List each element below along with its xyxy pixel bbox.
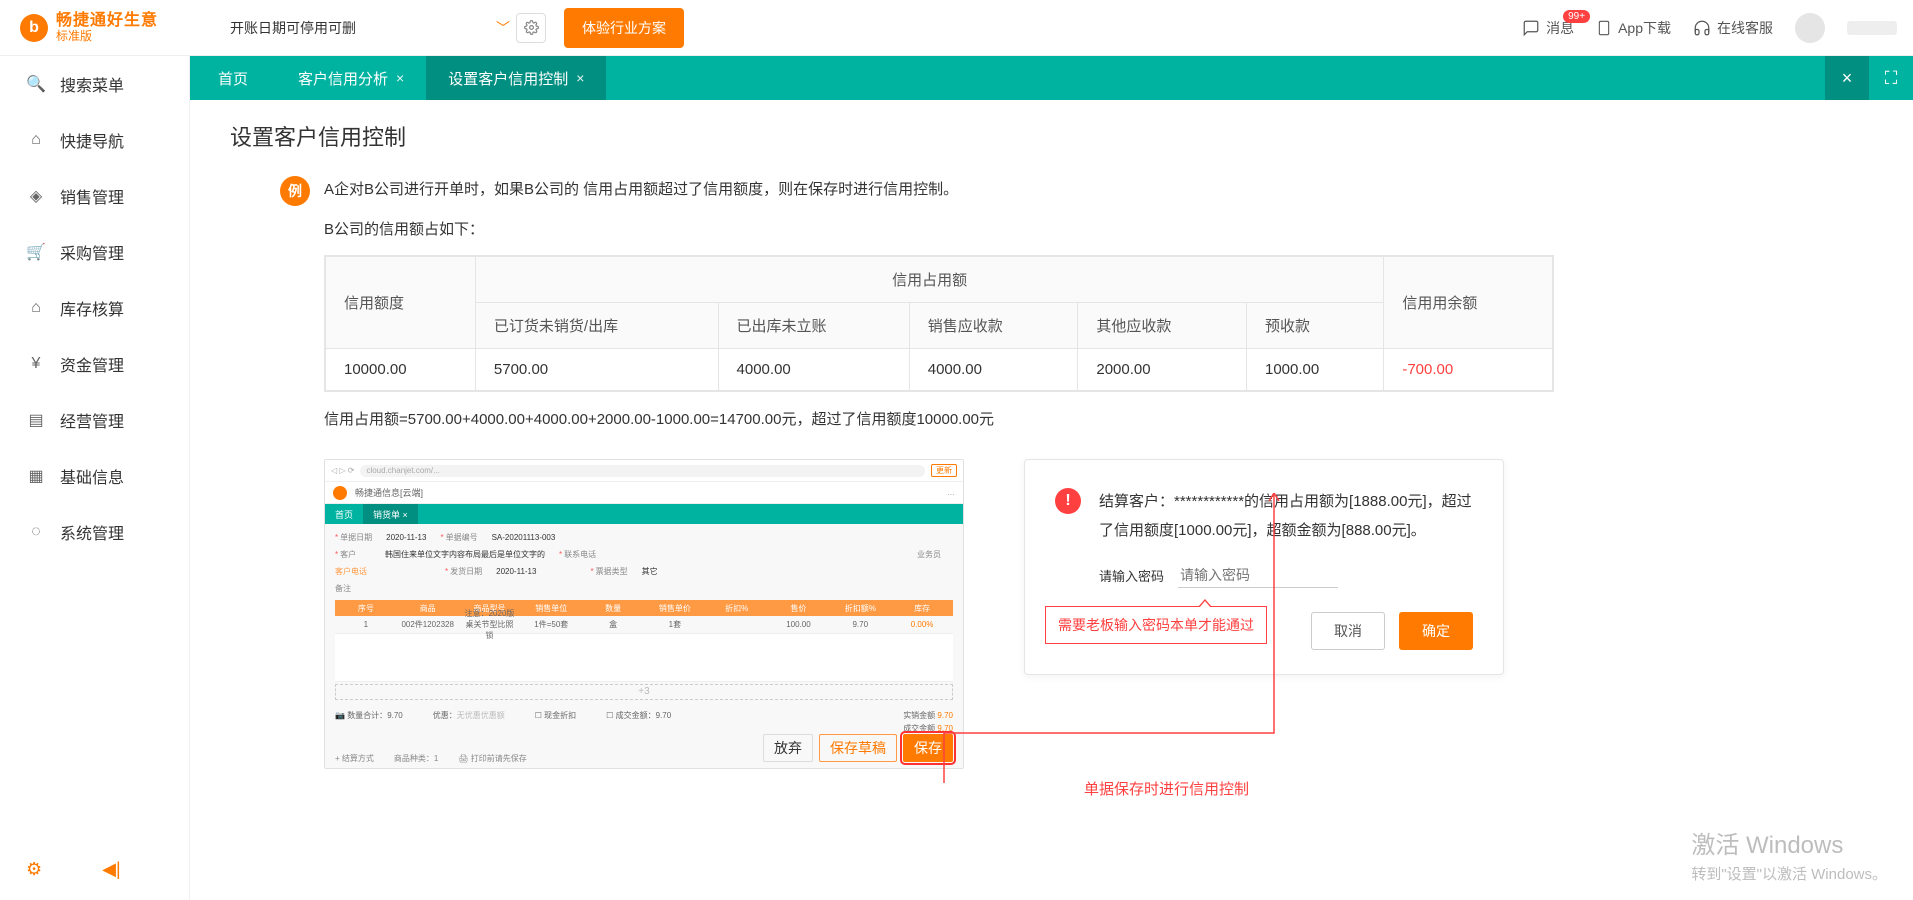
credit-table: 信用额度 信用占用额 信用用余额 已订货未销货/出库 已出库未立账 销售应收款 …	[324, 255, 1554, 392]
example-text: A企对B公司进行开单时，如果B公司的 信用占用额超过了信用额度，则在保存时进行信…	[324, 176, 958, 205]
fullscreen-button[interactable]: ⛶	[1869, 56, 1913, 100]
th-col1: 已订货未销货/出库	[475, 303, 718, 349]
info-icon: ▦	[26, 466, 46, 486]
brand-logo-icon: b	[20, 14, 48, 42]
brand-title: 畅捷通好生意	[56, 12, 158, 30]
system-icon: ◌	[26, 523, 46, 541]
chevron-down-icon: ﹀	[496, 18, 510, 38]
th-col4: 其他应收款	[1078, 303, 1247, 349]
sidebar-collapse-icon[interactable]: ◀|	[102, 859, 121, 880]
sidebar-item-search[interactable]: 🔍搜索菜单	[0, 56, 189, 112]
th-col2: 已出库未立账	[718, 303, 909, 349]
calc-line: 信用占用额=5700.00+4000.00+4000.00+2000.00-10…	[324, 408, 1823, 429]
th-credit-limit: 信用额度	[326, 257, 476, 349]
money-icon: ¥	[26, 355, 46, 373]
password-hint-callout: 需要老板输入密码本单才能通过	[1045, 606, 1267, 644]
tab-credit-control-settings[interactable]: 设置客户信用控制×	[426, 56, 606, 100]
warehouse-icon: ⌂	[26, 299, 46, 317]
gear-icon	[524, 20, 539, 35]
selector-label: 开账日期可停用可删	[230, 18, 356, 38]
tab-bar: 首页 客户信用分析× 设置客户信用控制× × ⛶	[190, 56, 1913, 100]
sidebar: 🔍搜索菜单 ⌂快捷导航 ◈销售管理 🛒采购管理 ⌂库存核算 ¥资金管理 ▤经营管…	[0, 56, 190, 900]
user-avatar[interactable]	[1795, 13, 1825, 43]
password-label: 请输入密码	[1099, 566, 1164, 585]
sidebar-item-funds[interactable]: ¥资金管理	[0, 336, 189, 392]
user-name-placeholder[interactable]	[1847, 21, 1897, 35]
sidebar-item-business[interactable]: ▤经营管理	[0, 392, 189, 448]
settings-button[interactable]	[516, 13, 546, 43]
tab-home[interactable]: 首页	[190, 56, 276, 100]
th-balance: 信用用余额	[1384, 257, 1553, 349]
close-all-tabs-button[interactable]: ×	[1825, 56, 1869, 100]
sidebar-item-nav[interactable]: ⌂快捷导航	[0, 112, 189, 168]
cancel-button[interactable]: 取消	[1311, 612, 1385, 650]
sidebar-settings-icon[interactable]: ⚙	[26, 859, 42, 880]
password-input[interactable]	[1178, 563, 1338, 588]
sidebar-item-purchase[interactable]: 🛒采购管理	[0, 224, 189, 280]
example-screenshot: ◁ ▷ ⟳ cloud.chanjet.com/... 更新 畅捷通信息[云端]…	[324, 459, 964, 769]
example-badge-icon: 例	[280, 176, 310, 206]
dialog-text: 结算客户：************的信用占用额为[1888.00元]，超过了信用…	[1099, 488, 1473, 545]
app-header: b 畅捷通好生意 标准版 开账日期可停用可删 ﹀ 体验行业方案 消息 99+ A…	[0, 0, 1913, 56]
page-content: 设置客户信用控制 例 A企对B公司进行开单时，如果B公司的 信用占用额超过了信用…	[190, 100, 1913, 900]
industry-solution-button[interactable]: 体验行业方案	[564, 8, 684, 48]
brand-subtitle: 标准版	[56, 30, 158, 43]
home-icon: ⌂	[26, 131, 46, 149]
cart-icon: 🛒	[26, 242, 46, 262]
account-period-selector[interactable]: 开账日期可停用可删 ﹀	[230, 18, 510, 38]
online-service-link[interactable]: 在线客服	[1693, 18, 1773, 38]
sidebar-item-basic[interactable]: ▦基础信息	[0, 448, 189, 504]
table-row: 10000.00 5700.00 4000.00 4000.00 2000.00…	[326, 349, 1553, 391]
messages-badge: 99+	[1563, 10, 1590, 23]
sub-text: B公司的信用额占如下：	[324, 218, 1823, 239]
sidebar-item-system[interactable]: ◌系统管理	[0, 504, 189, 560]
sidebar-item-inventory[interactable]: ⌂库存核算	[0, 280, 189, 336]
doc-icon: ▤	[26, 410, 46, 430]
app-download-link[interactable]: App下载	[1596, 18, 1671, 38]
sidebar-item-sales[interactable]: ◈销售管理	[0, 168, 189, 224]
page-title: 设置客户信用控制	[230, 120, 1873, 152]
th-col5: 预收款	[1246, 303, 1383, 349]
diamond-icon: ◈	[26, 186, 46, 206]
search-icon: 🔍	[26, 74, 46, 94]
connector-caption: 单据保存时进行信用控制	[1084, 778, 1249, 799]
messages-link[interactable]: 消息 99+	[1522, 18, 1574, 38]
close-icon[interactable]: ×	[576, 70, 584, 86]
th-occupied-group: 信用占用额	[475, 257, 1383, 303]
brand: b 畅捷通好生意 标准版	[0, 12, 190, 43]
close-icon[interactable]: ×	[396, 70, 404, 86]
mobile-icon	[1596, 20, 1612, 36]
tab-credit-analysis[interactable]: 客户信用分析×	[276, 56, 426, 100]
ok-button[interactable]: 确定	[1399, 612, 1473, 650]
message-icon	[1522, 19, 1540, 37]
headset-icon	[1693, 19, 1711, 37]
th-col3: 销售应收款	[909, 303, 1078, 349]
warning-icon: !	[1055, 488, 1081, 514]
credit-warning-dialog: ! 结算客户：************的信用占用额为[1888.00元]，超过了…	[1024, 459, 1504, 675]
